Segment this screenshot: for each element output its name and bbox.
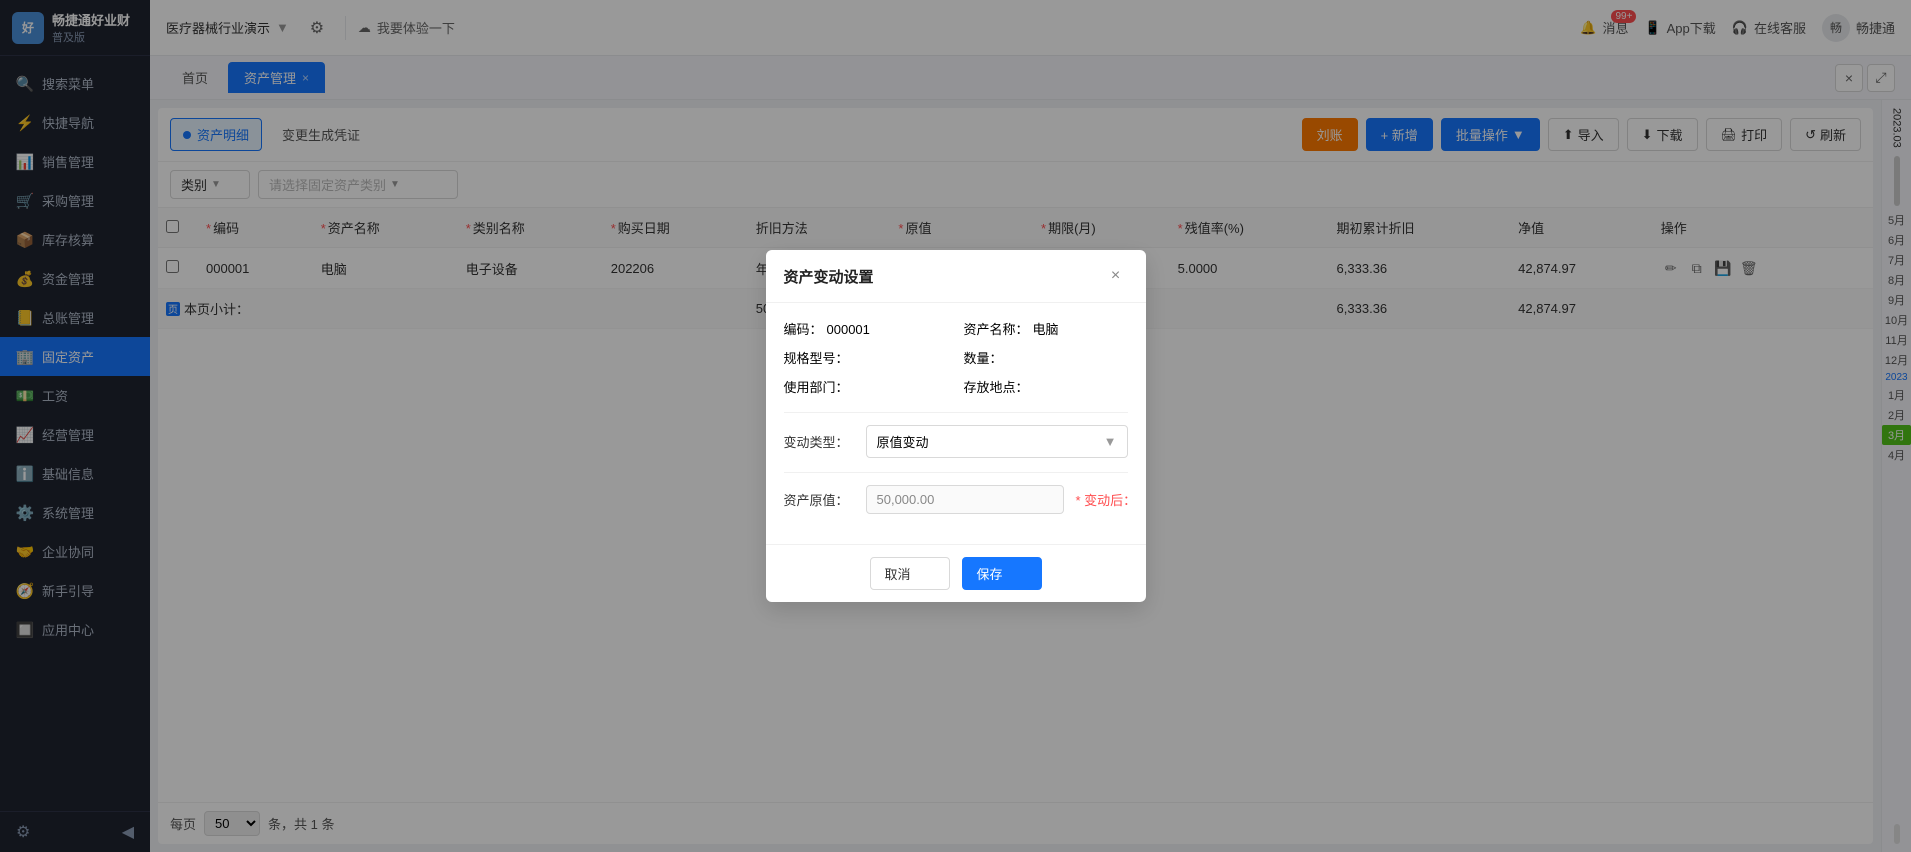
modal-dept-field: 使用部门： (784, 377, 948, 396)
modal-overlay: 资产变动设置 × 编码： 000001 资产名称： 电脑 (0, 0, 1911, 852)
modal-location-field: 存放地点： (964, 377, 1128, 396)
modal-asset-name-label: 资产名称： (964, 319, 1029, 338)
modal-close-button[interactable]: × (1104, 264, 1128, 288)
modal-body: 编码： 000001 资产名称： 电脑 规格型号： (766, 303, 1146, 544)
modal-spec-label: 规格型号： (784, 348, 849, 367)
modal-asset-name-field: 资产名称： 电脑 (964, 319, 1128, 338)
modal-footer: 取消 保存 (766, 544, 1146, 602)
after-change-label: * 变动后： (1076, 490, 1136, 509)
change-type-value: 原值变动 (877, 432, 929, 451)
original-value-input[interactable] (866, 485, 1064, 514)
modal-divider2 (784, 472, 1128, 473)
original-value-label: 资产原值： (784, 490, 854, 509)
modal-dept-label: 使用部门： (784, 377, 849, 396)
original-value-row: 资产原值： * 变动后： (784, 485, 1128, 514)
modal-header: 资产变动设置 × (766, 250, 1146, 303)
change-type-label: 变动类型： (784, 432, 854, 451)
modal-code-field: 编码： 000001 (784, 319, 948, 338)
change-type-row: 变动类型： 原值变动 ▼ (784, 425, 1128, 458)
modal-spec-field: 规格型号： (784, 348, 948, 367)
modal-code-label: 编码： (784, 319, 823, 338)
modal-quantity-field: 数量： (964, 348, 1128, 367)
modal-location-label: 存放地点： (964, 377, 1029, 396)
modal-divider1 (784, 412, 1128, 413)
cancel-button[interactable]: 取消 (870, 557, 950, 590)
modal-code-value: 000001 (827, 322, 870, 337)
asset-change-modal: 资产变动设置 × 编码： 000001 资产名称： 电脑 (766, 250, 1146, 602)
change-type-arrow-icon: ▼ (1104, 434, 1117, 449)
modal-quantity-label: 数量： (964, 348, 1003, 367)
modal-info-grid: 编码： 000001 资产名称： 电脑 规格型号： (784, 319, 1128, 396)
modal-asset-name-value: 电脑 (1033, 319, 1059, 338)
change-type-select[interactable]: 原值变动 ▼ (866, 425, 1128, 458)
save-button[interactable]: 保存 (962, 557, 1042, 590)
modal-title: 资产变动设置 (784, 266, 874, 287)
